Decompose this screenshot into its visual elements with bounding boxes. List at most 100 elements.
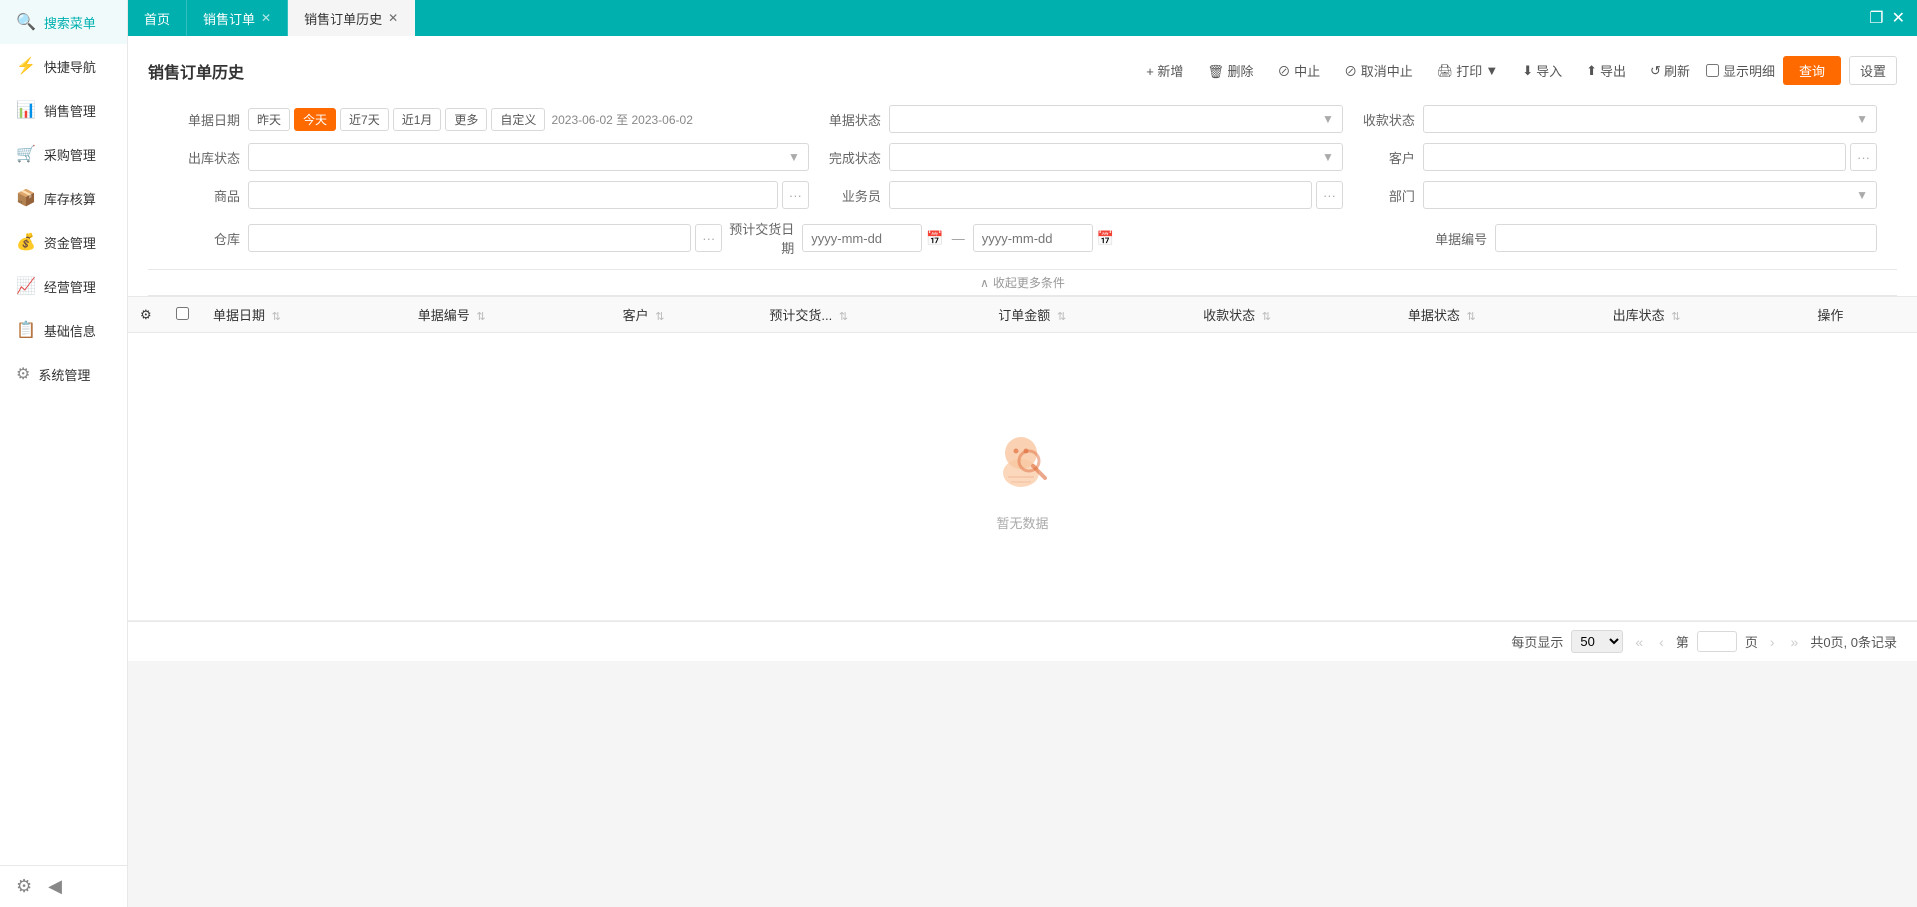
first-page-button[interactable]: «	[1631, 632, 1647, 652]
page-size-select[interactable]: 50 10 20 100	[1571, 630, 1623, 653]
finance-icon: 💰	[16, 232, 36, 252]
next-page-button[interactable]: ›	[1766, 632, 1779, 652]
delivery-date-label: 预计交货日期	[722, 219, 802, 257]
complete-status-arrow-icon: ▼	[1322, 150, 1334, 164]
refresh-button[interactable]: ↺ 刷新	[1642, 57, 1698, 84]
sidebar-item-purchase-mgmt[interactable]: 🛒 采购管理	[0, 132, 127, 176]
print-button[interactable]: 🖨 🖨 打印 打印 ▼	[1429, 57, 1506, 84]
sidebar-item-label: 采购管理	[44, 145, 96, 164]
stock-out-select[interactable]: ▼	[248, 143, 809, 171]
close-history-tab-icon[interactable]: ✕	[388, 11, 398, 25]
display-cols-label: 显示明细	[1723, 61, 1775, 80]
date-range-text: 2023-06-02 至 2023-06-02	[551, 111, 692, 128]
tab-home[interactable]: 首页	[128, 0, 187, 36]
window-close-icon[interactable]: ✕	[1892, 8, 1905, 28]
payment-status-select[interactable]: ▼	[1423, 105, 1877, 133]
export-button[interactable]: ⬆ 导出	[1578, 57, 1634, 84]
sidebar-item-finance[interactable]: 💰 资金管理	[0, 220, 127, 264]
dept-arrow-icon: ▼	[1856, 188, 1868, 202]
display-cols-checkbox[interactable]	[1706, 64, 1719, 77]
salesperson-picker-btn[interactable]: ···	[1316, 181, 1343, 209]
import-icon: ⬇	[1522, 63, 1533, 79]
warehouse-input[interactable]	[248, 224, 691, 252]
collapse-bar[interactable]: ∧ 收起更多条件	[148, 270, 1897, 296]
goods-input[interactable]	[248, 181, 778, 209]
sort-customer-icon: ⇅	[655, 311, 664, 323]
page-label-before: 第	[1676, 632, 1689, 651]
tab-sales-order-history[interactable]: 销售订单历史 ✕	[288, 0, 415, 36]
stop-button[interactable]: ⊘ 中止	[1270, 57, 1329, 84]
customer-input[interactable]	[1423, 143, 1846, 171]
filter-col-doc-number: 单据编号	[1415, 224, 1877, 252]
sidebar-item-label: 基础信息	[44, 321, 96, 340]
page-number-input[interactable]: 1	[1697, 631, 1737, 652]
sidebar-item-sales-mgmt[interactable]: 📊 销售管理	[0, 88, 127, 132]
date-custom-btn[interactable]: 自定义	[491, 108, 545, 131]
sidebar-item-search-menu[interactable]: 🔍 搜索菜单	[0, 0, 127, 44]
filter-row-2: 出库状态 ▼ 完成状态 ▼	[168, 143, 1877, 171]
sidebar-item-inventory[interactable]: 📦 库存核算	[0, 176, 127, 220]
doc-number-label: 单据编号	[1415, 229, 1495, 248]
refresh-icon: ↺	[1650, 63, 1661, 79]
sidebar-item-quick-nav[interactable]: ⚡ 快捷导航	[0, 44, 127, 88]
empty-state: 暂无数据	[140, 341, 1905, 612]
basic-info-icon: 📋	[16, 320, 36, 340]
col-delivery-date[interactable]: 预计交货... ⇅	[757, 297, 986, 333]
new-button[interactable]: + 新增	[1138, 57, 1191, 84]
dept-select[interactable]: ▼	[1423, 181, 1877, 209]
sidebar-item-operations[interactable]: 📈 经营管理	[0, 264, 127, 308]
sort-doc-number-icon: ⇅	[476, 311, 485, 323]
filter-row-1: 单据日期 昨天 今天 近7天 近1月 更多 自定义 2023-06-02 至 2…	[168, 105, 1877, 133]
delivery-date-end-input[interactable]	[973, 224, 1093, 252]
col-doc-date[interactable]: 单据日期 ⇅	[201, 297, 406, 333]
doc-number-input[interactable]	[1495, 224, 1877, 252]
complete-status-control: ▼	[889, 143, 1343, 171]
filter-col-warehouse: 仓库 ···	[168, 224, 722, 252]
salesperson-input[interactable]	[889, 181, 1312, 209]
quick-nav-icon: ⚡	[16, 56, 36, 76]
col-checkbox	[164, 297, 201, 333]
date-1month-btn[interactable]: 近1月	[393, 108, 442, 131]
import-button[interactable]: ⬇ 导入	[1514, 57, 1570, 84]
select-all-checkbox[interactable]	[176, 307, 189, 320]
date-today-btn[interactable]: 今天	[294, 108, 336, 131]
warehouse-picker-btn[interactable]: ···	[695, 224, 722, 252]
sidebar-item-sys-mgmt[interactable]: ⚙ 系统管理	[0, 352, 127, 396]
inventory-icon: 📦	[16, 188, 36, 208]
delete-button[interactable]: 🗑 删除	[1199, 57, 1261, 84]
cal-start-icon[interactable]: 📅	[926, 230, 943, 247]
sidebar-collapse-icon[interactable]: ◀	[48, 876, 62, 897]
window-restore-icon[interactable]: ❐	[1869, 8, 1883, 28]
col-stock-out-status[interactable]: 出库状态 ⇅	[1601, 297, 1806, 333]
purchase-mgmt-icon: 🛒	[16, 144, 36, 164]
col-payment-status[interactable]: 收款状态 ⇅	[1191, 297, 1396, 333]
filter-col-stock-out: 出库状态 ▼	[168, 143, 809, 171]
sidebar-item-basic-info[interactable]: 📋 基础信息	[0, 308, 127, 352]
date-yesterday-btn[interactable]: 昨天	[248, 108, 290, 131]
sidebar-settings-icon[interactable]: ⚙	[16, 876, 32, 897]
stock-out-label: 出库状态	[168, 148, 248, 167]
cal-end-icon[interactable]: 📅	[1097, 230, 1114, 247]
delivery-date-control: 📅 — 📅	[802, 224, 1415, 252]
date-7days-btn[interactable]: 近7天	[340, 108, 389, 131]
col-doc-status[interactable]: 单据状态 ⇅	[1396, 297, 1601, 333]
date-more-btn[interactable]: 更多	[445, 108, 487, 131]
content-area: 销售订单历史 + 新增 🗑 删除 ⊘ 中止 ⊘ 取消中止 🖨 🖨 打印 打印 ▼…	[128, 36, 1917, 907]
prev-page-button[interactable]: ‹	[1655, 632, 1668, 652]
table-settings-icon[interactable]: ⚙	[140, 307, 152, 322]
complete-status-select[interactable]: ▼	[889, 143, 1343, 171]
delivery-date-start-input[interactable]	[802, 224, 922, 252]
col-order-amount[interactable]: 订单金额 ⇅	[986, 297, 1191, 333]
goods-picker-btn[interactable]: ···	[782, 181, 809, 209]
last-page-button[interactable]: »	[1787, 632, 1803, 652]
cancel-stop-button[interactable]: ⊘ 取消中止	[1336, 57, 1421, 84]
col-customer[interactable]: 客户 ⇅	[611, 297, 758, 333]
tab-sales-order[interactable]: 销售订单 ✕	[187, 0, 288, 36]
col-doc-number[interactable]: 单据编号 ⇅	[406, 297, 611, 333]
customer-picker-btn[interactable]: ···	[1850, 143, 1877, 171]
query-button[interactable]: 查询	[1783, 56, 1841, 85]
display-cols-toggle[interactable]: 显示明细	[1706, 61, 1775, 80]
doc-status-select[interactable]: ▼	[889, 105, 1343, 133]
close-sales-order-tab-icon[interactable]: ✕	[261, 11, 271, 25]
settings-button[interactable]: 设置	[1849, 56, 1897, 85]
